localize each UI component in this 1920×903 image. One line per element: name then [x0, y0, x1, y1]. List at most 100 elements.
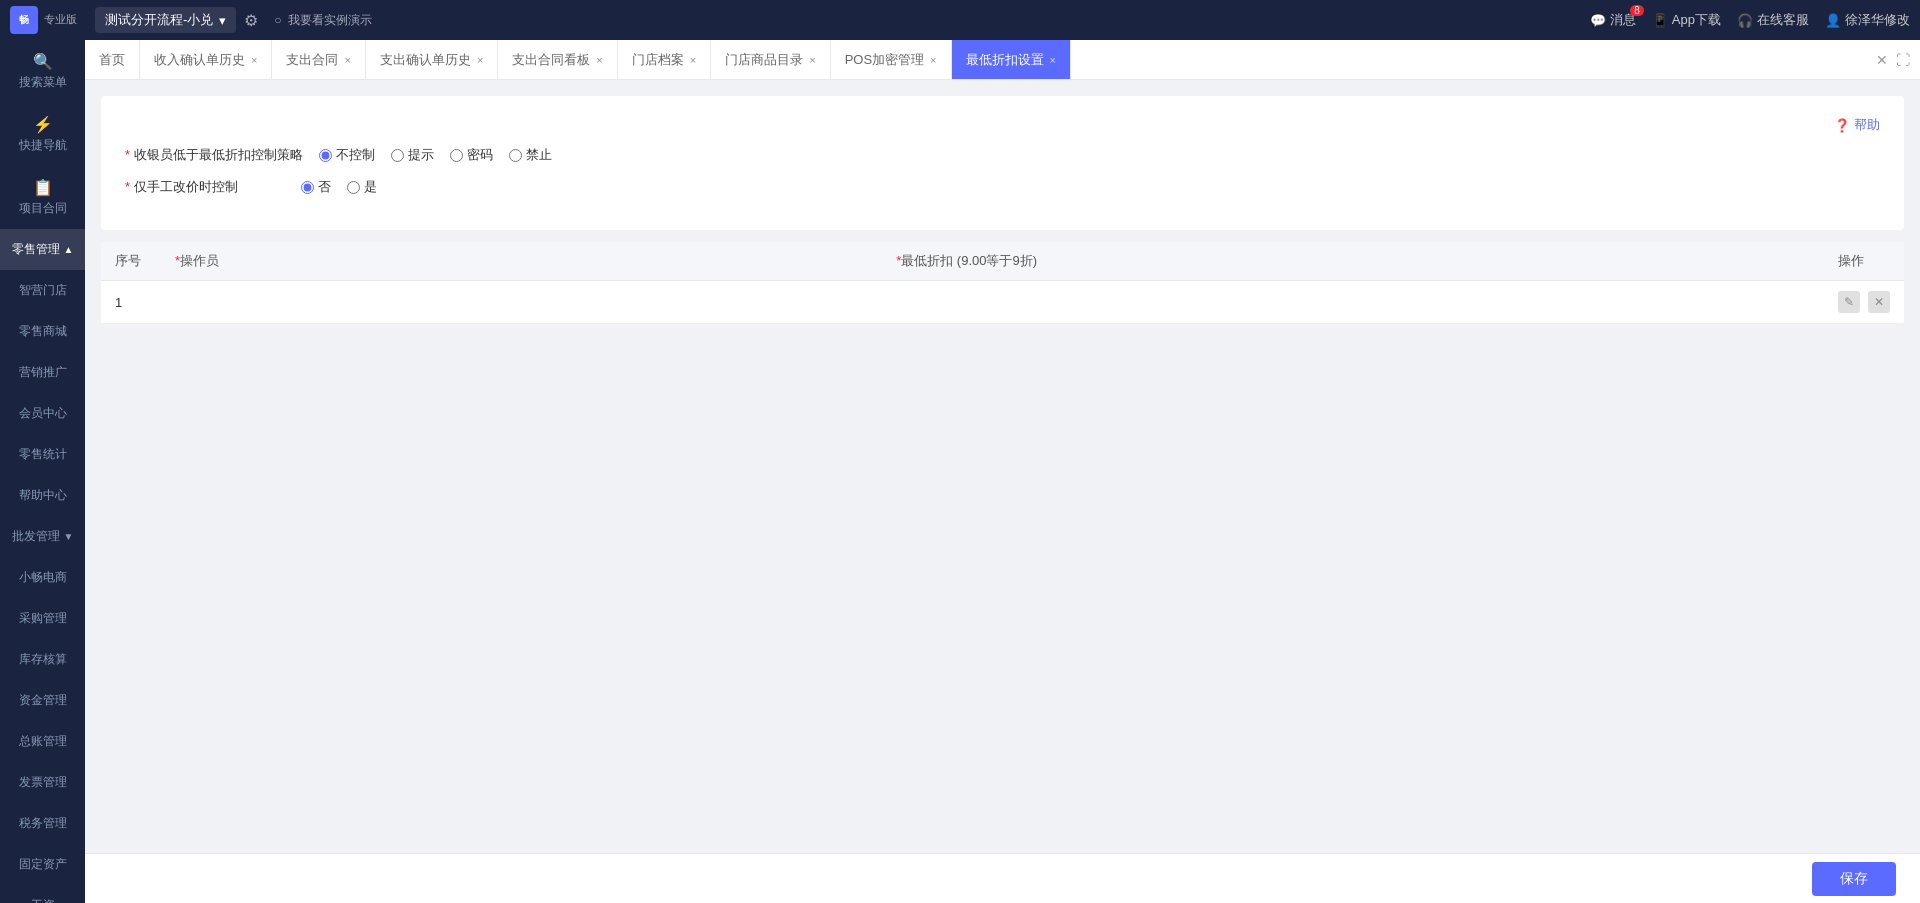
message-button[interactable]: 💬 消息 8 — [1590, 11, 1636, 29]
avatar-icon: 👤 — [1825, 13, 1841, 28]
shortcuts-icon: ⚡ — [33, 115, 53, 134]
sidebar-item-label: 智营门店 — [19, 282, 67, 299]
sidebar-item-smart-store[interactable]: 智营门店 — [0, 270, 85, 311]
expand-tab-action[interactable]: ⛶ — [1896, 52, 1910, 68]
save-button[interactable]: 保存 — [1812, 862, 1896, 896]
sidebar-item-label: 小畅电商 — [19, 569, 67, 586]
service-icon: 🎧 — [1737, 13, 1753, 28]
sidebar-item-label: 会员中心 — [19, 405, 67, 422]
sidebar-item-label: 总账管理 — [19, 733, 67, 750]
tab-label: 最低折扣设置 — [966, 51, 1044, 69]
user-name: 徐泽华修改 — [1845, 11, 1910, 29]
demo-label: 我要看实例演示 — [288, 12, 372, 29]
radio-no[interactable]: 否 — [301, 178, 331, 196]
sidebar-item-search[interactable]: 🔍 搜索菜单 — [0, 40, 85, 103]
discount-strategy-label: * 收银员低于最低折扣控制策略 — [125, 146, 303, 164]
discount-table-card: 序号 *操作员 *最低折扣 (9.00等于9折) 操作 1 — [101, 242, 1904, 324]
project-name: 测试分开流程-小兑 — [105, 11, 213, 29]
sidebar-item-label: 零售管理 — [12, 241, 60, 258]
project-selector[interactable]: 测试分开流程-小兑 ▾ — [95, 7, 236, 33]
edit-row-button[interactable]: ✎ — [1838, 291, 1860, 313]
logo-icon: 畅 — [10, 6, 38, 34]
online-service-label: 在线客服 — [1757, 11, 1809, 29]
cell-operator — [161, 281, 882, 324]
topbar-settings-icon[interactable]: ⚙ — [244, 11, 258, 30]
demo-link[interactable]: ○ 我要看实例演示 — [274, 12, 371, 29]
sidebar-item-retail[interactable]: 零售管理 ▲ — [0, 229, 85, 270]
close-icon[interactable]: × — [930, 54, 936, 66]
sidebar-item-label: 零售统计 — [19, 446, 67, 463]
sidebar-item-payroll[interactable]: 工资 — [0, 885, 85, 903]
topbar: 畅 专业版 测试分开流程-小兑 ▾ ⚙ ○ 我要看实例演示 💬 消息 8 📱 A… — [0, 0, 1920, 40]
sidebar-item-assets[interactable]: 固定资产 — [0, 844, 85, 885]
sidebar-item-ecommerce[interactable]: 小畅电商 — [0, 557, 85, 598]
sidebar-item-stats[interactable]: 零售统计 — [0, 434, 85, 475]
sidebar-item-projects[interactable]: 📋 项目合同 — [0, 166, 85, 229]
sidebar-item-help[interactable]: 帮助中心 — [0, 475, 85, 516]
app-download-label: App下载 — [1672, 11, 1721, 29]
tab-payment-contract[interactable]: 支出合同 × — [272, 40, 365, 80]
delete-row-button[interactable]: ✕ — [1868, 291, 1890, 313]
close-icon[interactable]: × — [251, 54, 257, 66]
tab-store-archive[interactable]: 门店档案 × — [618, 40, 711, 80]
discount-table: 序号 *操作员 *最低折扣 (9.00等于9折) 操作 1 — [101, 242, 1904, 324]
sidebar-item-label: 发票管理 — [19, 774, 67, 791]
close-icon[interactable]: × — [690, 54, 696, 66]
tab-label: 首页 — [99, 51, 125, 69]
app-download-button[interactable]: 📱 App下载 — [1652, 11, 1721, 29]
download-icon: 📱 — [1652, 13, 1668, 28]
page-content: ❓ 帮助 * 收银员低于最低折扣控制策略 不控制 — [85, 80, 1920, 853]
tab-home[interactable]: 首页 — [85, 40, 140, 80]
tab-label: 支出合同 — [286, 51, 338, 69]
demo-circle-icon: ○ — [274, 13, 281, 27]
tab-min-discount[interactable]: 最低折扣设置 × — [952, 40, 1071, 80]
sidebar-item-label: 批发管理 — [12, 528, 60, 545]
sidebar-item-tax[interactable]: 税务管理 — [0, 803, 85, 844]
sidebar-item-finance[interactable]: 资金管理 — [0, 680, 85, 721]
tab-payment-board[interactable]: 支出合同看板 × — [498, 40, 617, 80]
sidebar-item-online-shop[interactable]: 零售商城 — [0, 311, 85, 352]
help-link[interactable]: ❓ 帮助 — [1834, 116, 1880, 134]
sidebar-item-label: 固定资产 — [19, 856, 67, 873]
sidebar-item-members[interactable]: 会员中心 — [0, 393, 85, 434]
sidebar-item-wholesale[interactable]: 批发管理 ▼ — [0, 516, 85, 557]
sidebar-item-label: 零售商城 — [19, 323, 67, 340]
close-icon[interactable]: × — [1050, 54, 1056, 66]
sidebar-item-label: 项目合同 — [19, 200, 67, 217]
user-profile-button[interactable]: 👤 徐泽华修改 — [1825, 11, 1910, 29]
radio-forbid[interactable]: 禁止 — [509, 146, 552, 164]
sidebar-item-invoice[interactable]: 发票管理 — [0, 762, 85, 803]
close-icon[interactable]: × — [477, 54, 483, 66]
sidebar-item-inventory[interactable]: 库存核算 — [0, 639, 85, 680]
sidebar-item-label: 帮助中心 — [19, 487, 67, 504]
th-operator: *操作员 — [161, 242, 882, 281]
sidebar-item-label: 采购管理 — [19, 610, 67, 627]
close-icon[interactable]: × — [344, 54, 350, 66]
tab-label: 支出确认单历史 — [380, 51, 471, 69]
tab-income-history[interactable]: 收入确认单历史 × — [140, 40, 272, 80]
radio-no-control[interactable]: 不控制 — [319, 146, 375, 164]
close-icon[interactable]: × — [596, 54, 602, 66]
online-service-button[interactable]: 🎧 在线客服 — [1737, 11, 1809, 29]
sidebar-item-accounting[interactable]: 总账管理 — [0, 721, 85, 762]
table-row: 1 ✎ ✕ — [101, 281, 1904, 324]
sidebar-item-shortcuts[interactable]: ⚡ 快捷导航 — [0, 103, 85, 166]
search-icon: 🔍 — [33, 52, 53, 71]
chevron-down-icon: ▼ — [64, 531, 74, 542]
sidebar: 🔍 搜索菜单 ⚡ 快捷导航 📋 项目合同 零售管理 ▲ 智营门店 零售商城 营销… — [0, 40, 85, 903]
tab-store-catalog[interactable]: 门店商品目录 × — [711, 40, 830, 80]
main-layout: 🔍 搜索菜单 ⚡ 快捷导航 📋 项目合同 零售管理 ▲ 智营门店 零售商城 营销… — [0, 40, 1920, 903]
close-icon[interactable]: × — [809, 54, 815, 66]
sidebar-item-marketing[interactable]: 营销推广 — [0, 352, 85, 393]
message-badge: 8 — [1630, 5, 1644, 16]
tab-label: 门店商品目录 — [725, 51, 803, 69]
sidebar-item-purchase[interactable]: 采购管理 — [0, 598, 85, 639]
radio-yes[interactable]: 是 — [347, 178, 377, 196]
content-area: 首页 收入确认单历史 × 支出合同 × 支出确认单历史 × 支出合同看板 × 门… — [85, 40, 1920, 903]
radio-remind[interactable]: 提示 — [391, 146, 434, 164]
tab-payment-history[interactable]: 支出确认单历史 × — [366, 40, 498, 80]
tab-pos-password[interactable]: POS加密管理 × — [831, 40, 952, 80]
radio-password[interactable]: 密码 — [450, 146, 493, 164]
sidebar-item-label: 资金管理 — [19, 692, 67, 709]
close-tab-action[interactable]: ✕ — [1876, 52, 1888, 68]
